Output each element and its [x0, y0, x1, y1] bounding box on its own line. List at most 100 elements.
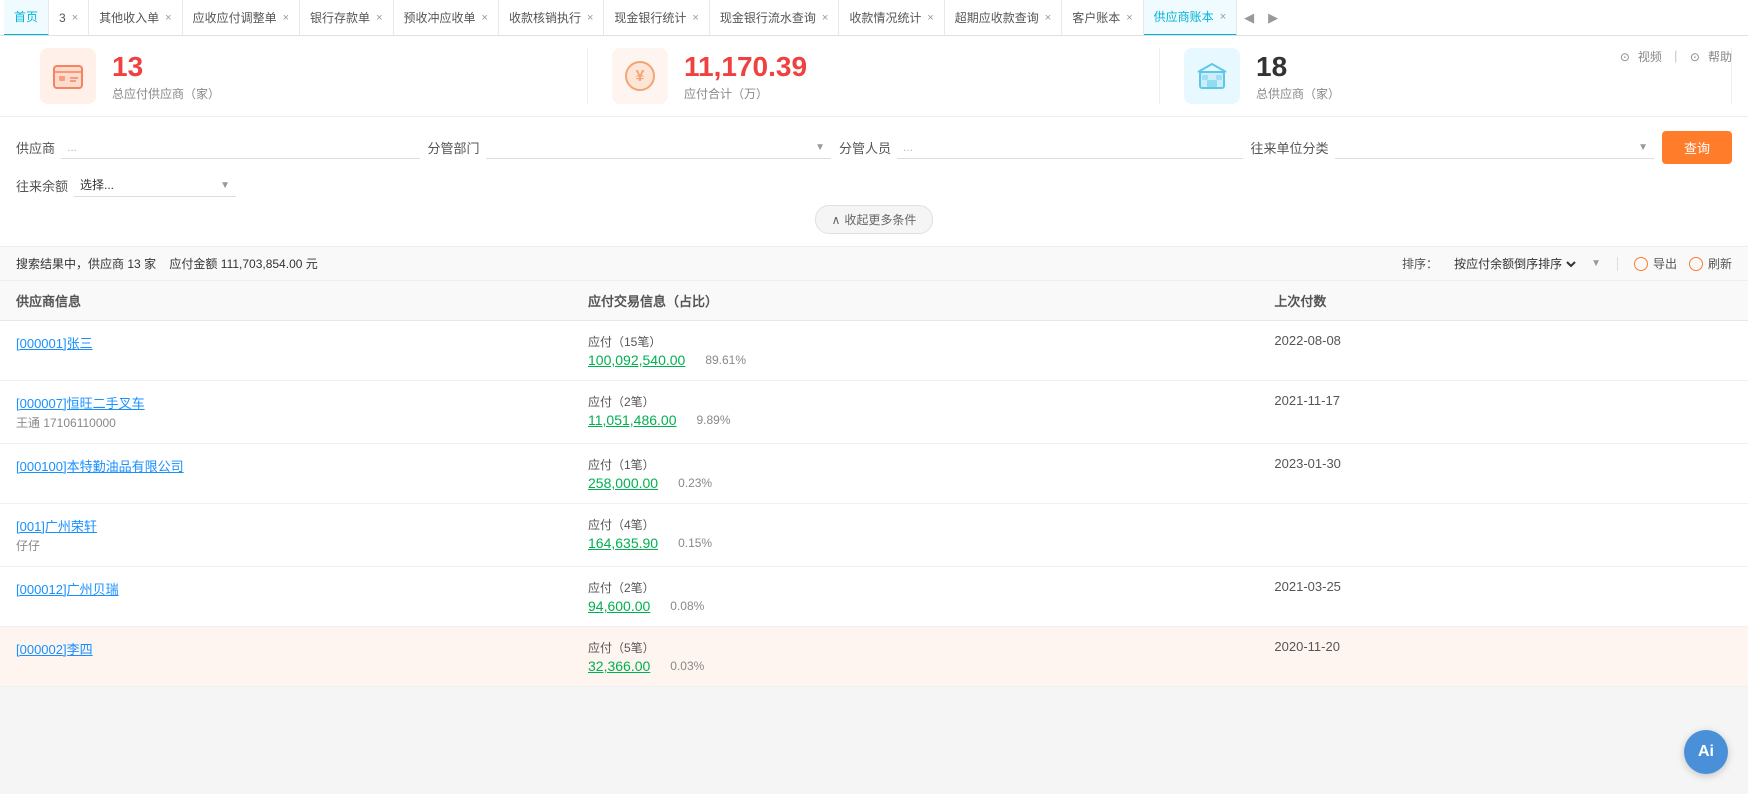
tx-percentage: 89.61%: [705, 353, 746, 367]
tab-cash-bank-stat[interactable]: 现金银行统计 ×: [604, 0, 709, 36]
balance-select[interactable]: 选择...: [80, 178, 220, 192]
supplier-link[interactable]: [000012]广州贝瑞: [16, 579, 588, 598]
category-select[interactable]: [1341, 140, 1639, 154]
tx-label: 应付（2笔）: [588, 579, 1274, 596]
supplier-link[interactable]: [000100]本特勤油品有限公司: [16, 456, 588, 475]
tx-amount-link[interactable]: 94,600.00: [588, 598, 650, 614]
collapse-label: 收起更多条件: [844, 211, 916, 228]
dept-field: 分管部门 ▼: [428, 136, 832, 159]
tab-other-income[interactable]: 其他收入单 ×: [89, 0, 182, 36]
tx-percentage: 0.23%: [678, 476, 712, 490]
tx-amount-link[interactable]: 258,000.00: [588, 475, 658, 491]
close-icon[interactable]: ×: [165, 12, 171, 24]
payable-supplier-label: 总应付供应商（家）: [112, 85, 220, 102]
summary-card-suppliers-payable: 13 总应付供应商（家）: [16, 48, 588, 104]
tab-bank-deposit[interactable]: 银行存款单 ×: [300, 0, 393, 36]
last-pay-date: 2020-11-20: [1274, 639, 1340, 654]
close-icon[interactable]: ×: [376, 12, 382, 24]
table-row: [000001]张三 应付（15笔） 100,092,540.00 89.61%…: [0, 321, 1748, 381]
refresh-button[interactable]: 刷新: [1689, 255, 1732, 272]
chevron-down-icon-3: ▼: [220, 180, 230, 191]
tx-amount-link[interactable]: 164,635.90: [588, 535, 658, 551]
balance-row: 往来余额 选择... ▼: [16, 174, 1732, 197]
transaction-col: 应付（1笔） 258,000.00 0.23%: [588, 456, 1274, 491]
close-icon[interactable]: ×: [1220, 11, 1226, 23]
person-field: 分管人员: [839, 136, 1243, 159]
export-button[interactable]: 导出: [1634, 255, 1677, 272]
summary-row: 13 总应付供应商（家） ¥ 11,170.39 应付合计（万）: [0, 36, 1748, 117]
sort-select[interactable]: 按应付余额倒序排序: [1450, 256, 1579, 272]
col-header-transaction: 应付交易信息（占比）: [588, 291, 1274, 310]
last-pay-date: 2021-11-17: [1274, 393, 1340, 408]
supplier-label: 供应商: [16, 138, 55, 157]
transaction-col: 应付（4笔） 164,635.90 0.15%: [588, 516, 1274, 551]
tx-amount-link[interactable]: 32,366.00: [588, 658, 650, 674]
close-icon[interactable]: ×: [482, 12, 488, 24]
lastpay-col: 2022-08-08: [1274, 333, 1732, 348]
close-icon[interactable]: ×: [283, 12, 289, 24]
tab-home[interactable]: 首页: [4, 0, 49, 36]
nav-next-arrow[interactable]: ▶: [1261, 0, 1285, 36]
tab-receive-stat[interactable]: 收款情况统计 ×: [839, 0, 944, 36]
chevron-down-icon-sort: ▼: [1591, 258, 1601, 269]
close-icon[interactable]: ×: [72, 12, 78, 24]
tx-amount-link[interactable]: 100,092,540.00: [588, 352, 685, 368]
supplier-link[interactable]: [000007]恒旺二手叉车: [16, 393, 588, 412]
tab-ap-adjust[interactable]: 应收应付调整单 ×: [183, 0, 300, 36]
video-link[interactable]: 视频: [1638, 48, 1662, 65]
col-header-lastpay: 上次付数: [1274, 291, 1732, 310]
close-icon[interactable]: ×: [1126, 12, 1132, 24]
tx-label: 应付（5笔）: [588, 639, 1274, 656]
person-input[interactable]: [897, 136, 1242, 159]
dept-label: 分管部门: [428, 138, 480, 157]
supplier-link[interactable]: [000002]李四: [16, 639, 588, 658]
tab-prepay-charge[interactable]: 预收冲应收单 ×: [394, 0, 499, 36]
supplier-input[interactable]: [61, 136, 419, 159]
tx-percentage: 0.08%: [670, 599, 704, 613]
tx-amount-link[interactable]: 11,051,486.00: [588, 412, 677, 428]
summary-card-amount: ¥ 11,170.39 应付合计（万）: [588, 48, 1160, 104]
money-icon: ¥: [612, 48, 668, 104]
tx-label: 应付（2笔）: [588, 393, 1274, 410]
payable-supplier-count: 13: [112, 50, 220, 84]
close-icon[interactable]: ×: [927, 12, 933, 24]
dept-select-wrapper: ▼: [486, 136, 831, 159]
tx-label: 应付（4笔）: [588, 516, 1274, 533]
nav-prev-arrow[interactable]: ◀: [1237, 0, 1261, 36]
close-icon[interactable]: ×: [692, 12, 698, 24]
ai-badge[interactable]: Ai: [1684, 730, 1728, 774]
total-amount-label: 应付合计（万）: [684, 85, 807, 102]
dept-select[interactable]: [492, 140, 816, 154]
refresh-radio-icon: [1689, 257, 1703, 271]
export-radio-icon: [1634, 257, 1648, 271]
tab-cash-bank-flow[interactable]: 现金银行流水查询 ×: [710, 0, 839, 36]
tx-row: 100,092,540.00 89.61%: [588, 352, 1274, 368]
supplier-info-col: [000002]李四: [16, 639, 588, 660]
category-field: 往来单位分类 ▼: [1251, 136, 1655, 159]
tx-label: 应付（1笔）: [588, 456, 1274, 473]
help-link[interactable]: 帮助: [1708, 48, 1732, 65]
supplier-field: 供应商: [16, 136, 420, 159]
tx-percentage: 9.89%: [697, 413, 731, 427]
person-label: 分管人员: [839, 138, 891, 157]
store-icon: [1184, 48, 1240, 104]
data-table: 供应商信息 应付交易信息（占比） 上次付数 [000001]张三 应付（15笔）…: [0, 281, 1748, 687]
collapse-button[interactable]: ∧ 收起更多条件: [815, 205, 934, 234]
supplier-link[interactable]: [000001]张三: [16, 333, 588, 352]
supplier-info-col: [000001]张三: [16, 333, 588, 354]
tab-overdue-query[interactable]: 超期应收款查询 ×: [945, 0, 1062, 36]
tx-row: 164,635.90 0.15%: [588, 535, 1274, 551]
tab-receive-exec[interactable]: 收款核销执行 ×: [499, 0, 604, 36]
query-button[interactable]: 查询: [1662, 131, 1732, 164]
transaction-col: 应付（5笔） 32,366.00 0.03%: [588, 639, 1274, 674]
close-icon[interactable]: ×: [1045, 12, 1051, 24]
tab-supplier-acct[interactable]: 供应商账本 ×: [1144, 0, 1237, 36]
tab-customer-acct[interactable]: 客户账本 ×: [1062, 0, 1143, 36]
close-icon[interactable]: ×: [587, 12, 593, 24]
supplier-info-col: [000012]广州贝瑞: [16, 579, 588, 600]
supplier-link[interactable]: [001]广州荣轩: [16, 516, 588, 535]
close-icon[interactable]: ×: [822, 12, 828, 24]
col-header-supplier: 供应商信息: [16, 291, 588, 310]
transaction-col: 应付（2笔） 94,600.00 0.08%: [588, 579, 1274, 614]
tab-3[interactable]: 3 ×: [49, 0, 89, 36]
